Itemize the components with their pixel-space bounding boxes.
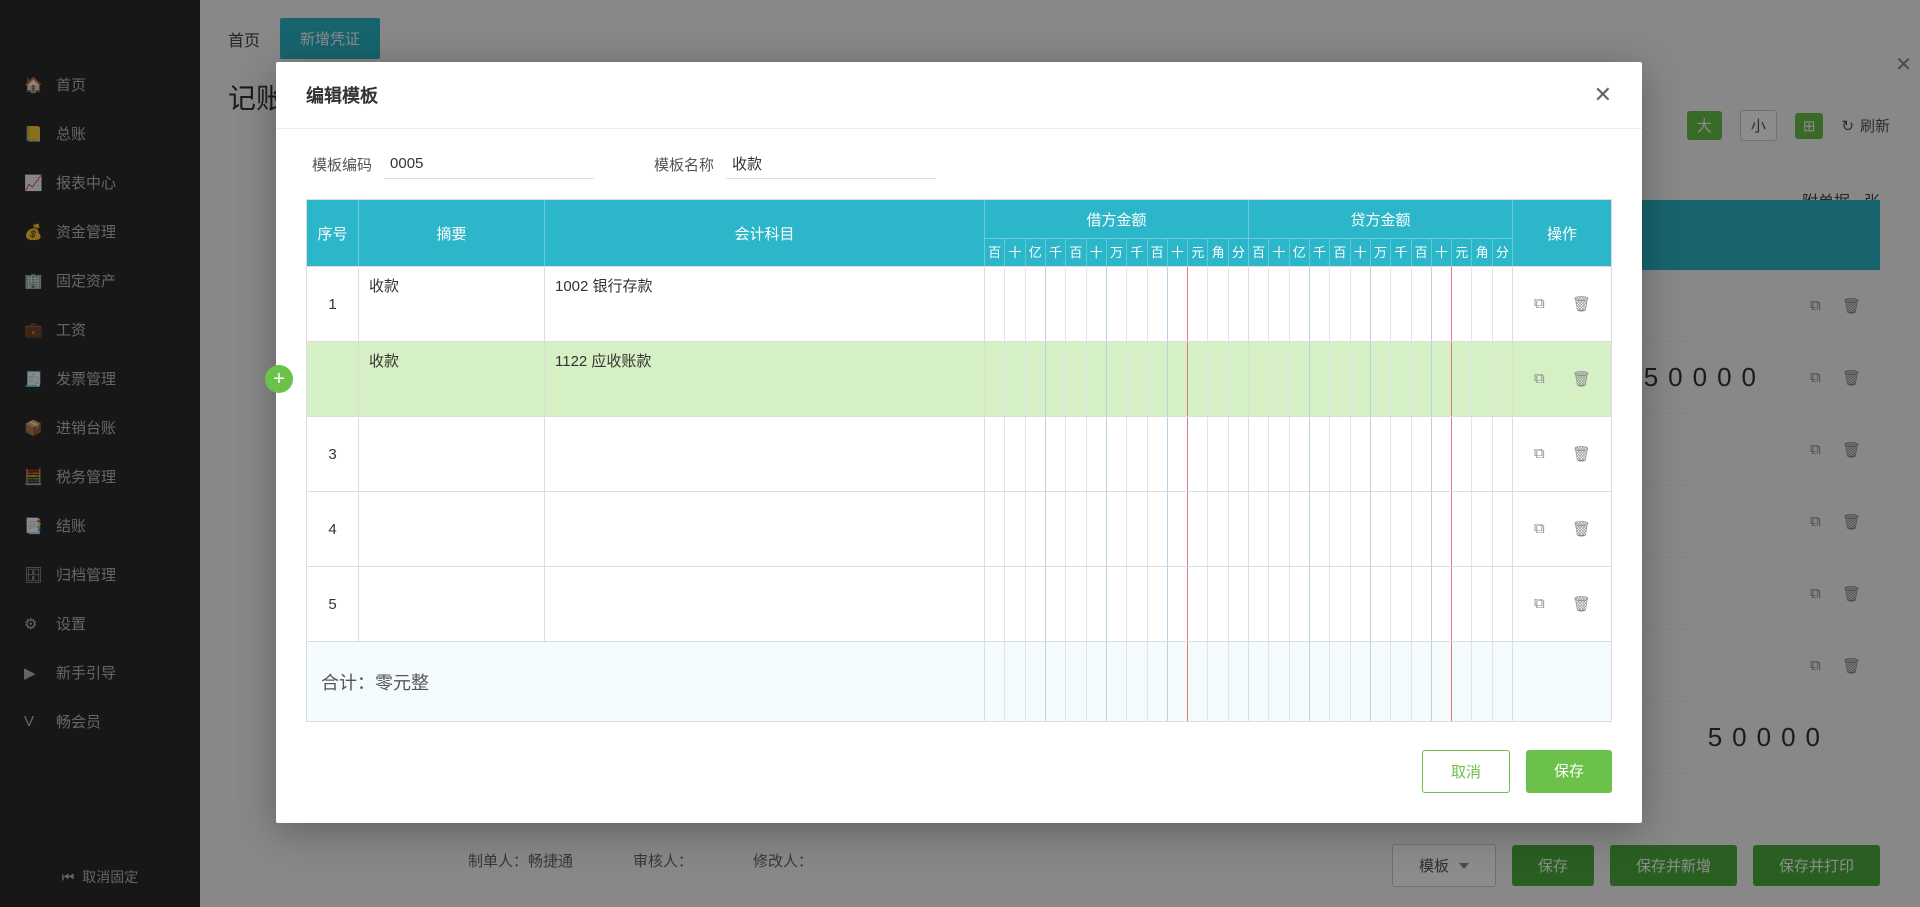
col-credit: 贷方金额 — [1350, 200, 1410, 238]
row-account[interactable] — [545, 567, 985, 641]
save-button[interactable]: 保存 — [1526, 750, 1612, 793]
row-index: 5 — [307, 567, 359, 641]
table-row[interactable]: 5 ⧉ 🗑 — [307, 566, 1611, 641]
digit-label: 十 — [1005, 239, 1025, 267]
digit-label: 千 — [1310, 239, 1330, 267]
row-debit[interactable] — [985, 417, 1249, 491]
row-summary[interactable] — [359, 492, 545, 566]
table-row[interactable]: 4 ⧉ 🗑 — [307, 491, 1611, 566]
table-row[interactable]: 3 ⧉ 🗑 — [307, 416, 1611, 491]
row-debit[interactable] — [985, 267, 1249, 341]
modal-title: 编辑模板 — [306, 82, 378, 108]
digit-label: 十 — [1269, 239, 1289, 267]
digit-label: 角 — [1208, 239, 1228, 267]
digit-label: 百 — [1066, 239, 1086, 267]
delete-icon[interactable]: 🗑 — [1572, 295, 1590, 313]
row-credit[interactable] — [1249, 267, 1513, 341]
digit-label: 十 — [1432, 239, 1452, 267]
digit-label: 分 — [1493, 239, 1512, 267]
row-credit[interactable] — [1249, 342, 1513, 416]
modal-close-button[interactable]: ✕ — [1594, 82, 1612, 108]
digit-label: 千 — [1391, 239, 1411, 267]
digit-label: 千 — [1046, 239, 1066, 267]
col-debit: 借方金额 — [1086, 200, 1146, 238]
row-index: 4 — [307, 492, 359, 566]
digit-label: 百 — [1412, 239, 1432, 267]
total-label: 合计：零元整 — [307, 642, 985, 721]
row-summary[interactable] — [359, 417, 545, 491]
row-summary[interactable]: 收款 — [359, 342, 545, 416]
digit-label: 百 — [1249, 239, 1269, 267]
copy-icon[interactable]: ⧉ — [1534, 595, 1552, 613]
row-account[interactable]: 1002 银行存款 — [545, 267, 985, 341]
row-debit[interactable] — [985, 492, 1249, 566]
copy-icon[interactable]: ⧉ — [1534, 520, 1552, 538]
delete-icon[interactable]: 🗑 — [1572, 370, 1590, 388]
copy-icon[interactable]: ⧉ — [1534, 445, 1552, 463]
row-index: 3 — [307, 417, 359, 491]
digit-label: 分 — [1229, 239, 1248, 267]
digit-label: 万 — [1371, 239, 1391, 267]
row-index: 1 — [307, 267, 359, 341]
cancel-button[interactable]: 取消 — [1422, 750, 1510, 793]
digit-label: 元 — [1188, 239, 1208, 267]
row-credit[interactable] — [1249, 567, 1513, 641]
delete-icon[interactable]: 🗑 — [1572, 445, 1590, 463]
digit-label: 百 — [985, 239, 1005, 267]
copy-icon[interactable]: ⧉ — [1534, 295, 1552, 313]
digit-label: 百 — [1330, 239, 1350, 267]
row-credit[interactable] — [1249, 417, 1513, 491]
row-debit[interactable] — [985, 342, 1249, 416]
edit-template-modal: 编辑模板 ✕ 模板编码 模板名称 序号 摘要 会计科目 借方金额 — [276, 62, 1642, 823]
digit-label: 十 — [1087, 239, 1107, 267]
digit-label: 元 — [1452, 239, 1472, 267]
template-name-input[interactable] — [726, 149, 936, 179]
row-account[interactable] — [545, 417, 985, 491]
delete-icon[interactable]: 🗑 — [1572, 520, 1590, 538]
add-row-button[interactable]: + — [265, 365, 293, 393]
row-account[interactable] — [545, 492, 985, 566]
row-credit[interactable] — [1249, 492, 1513, 566]
template-name-label: 模板名称 — [654, 154, 714, 175]
digit-label: 百 — [1148, 239, 1168, 267]
template-code-label: 模板编码 — [312, 154, 372, 175]
digit-label: 亿 — [1026, 239, 1046, 267]
digit-label: 十 — [1168, 239, 1188, 267]
digit-label: 万 — [1107, 239, 1127, 267]
digit-label: 千 — [1127, 239, 1147, 267]
template-table: 序号 摘要 会计科目 借方金额 贷方金额 操作 百十亿千百十万千百十元角分 百十… — [306, 199, 1612, 722]
digit-label: 角 — [1472, 239, 1492, 267]
row-summary[interactable]: 收款 — [359, 267, 545, 341]
total-row: 合计：零元整 — [307, 641, 1611, 721]
row-account[interactable]: 1122 应收账款 — [545, 342, 985, 416]
row-debit[interactable] — [985, 567, 1249, 641]
delete-icon[interactable]: 🗑 — [1572, 595, 1590, 613]
row-summary[interactable] — [359, 567, 545, 641]
template-code-input[interactable] — [384, 149, 594, 179]
digit-label: 十 — [1351, 239, 1371, 267]
row-index — [307, 342, 359, 416]
table-row[interactable]: 1收款1002 银行存款 ⧉ 🗑 — [307, 266, 1611, 341]
table-row[interactable]: 收款1122 应收账款 ⧉ 🗑 — [307, 341, 1611, 416]
copy-icon[interactable]: ⧉ — [1534, 370, 1552, 388]
digit-label: 亿 — [1290, 239, 1310, 267]
